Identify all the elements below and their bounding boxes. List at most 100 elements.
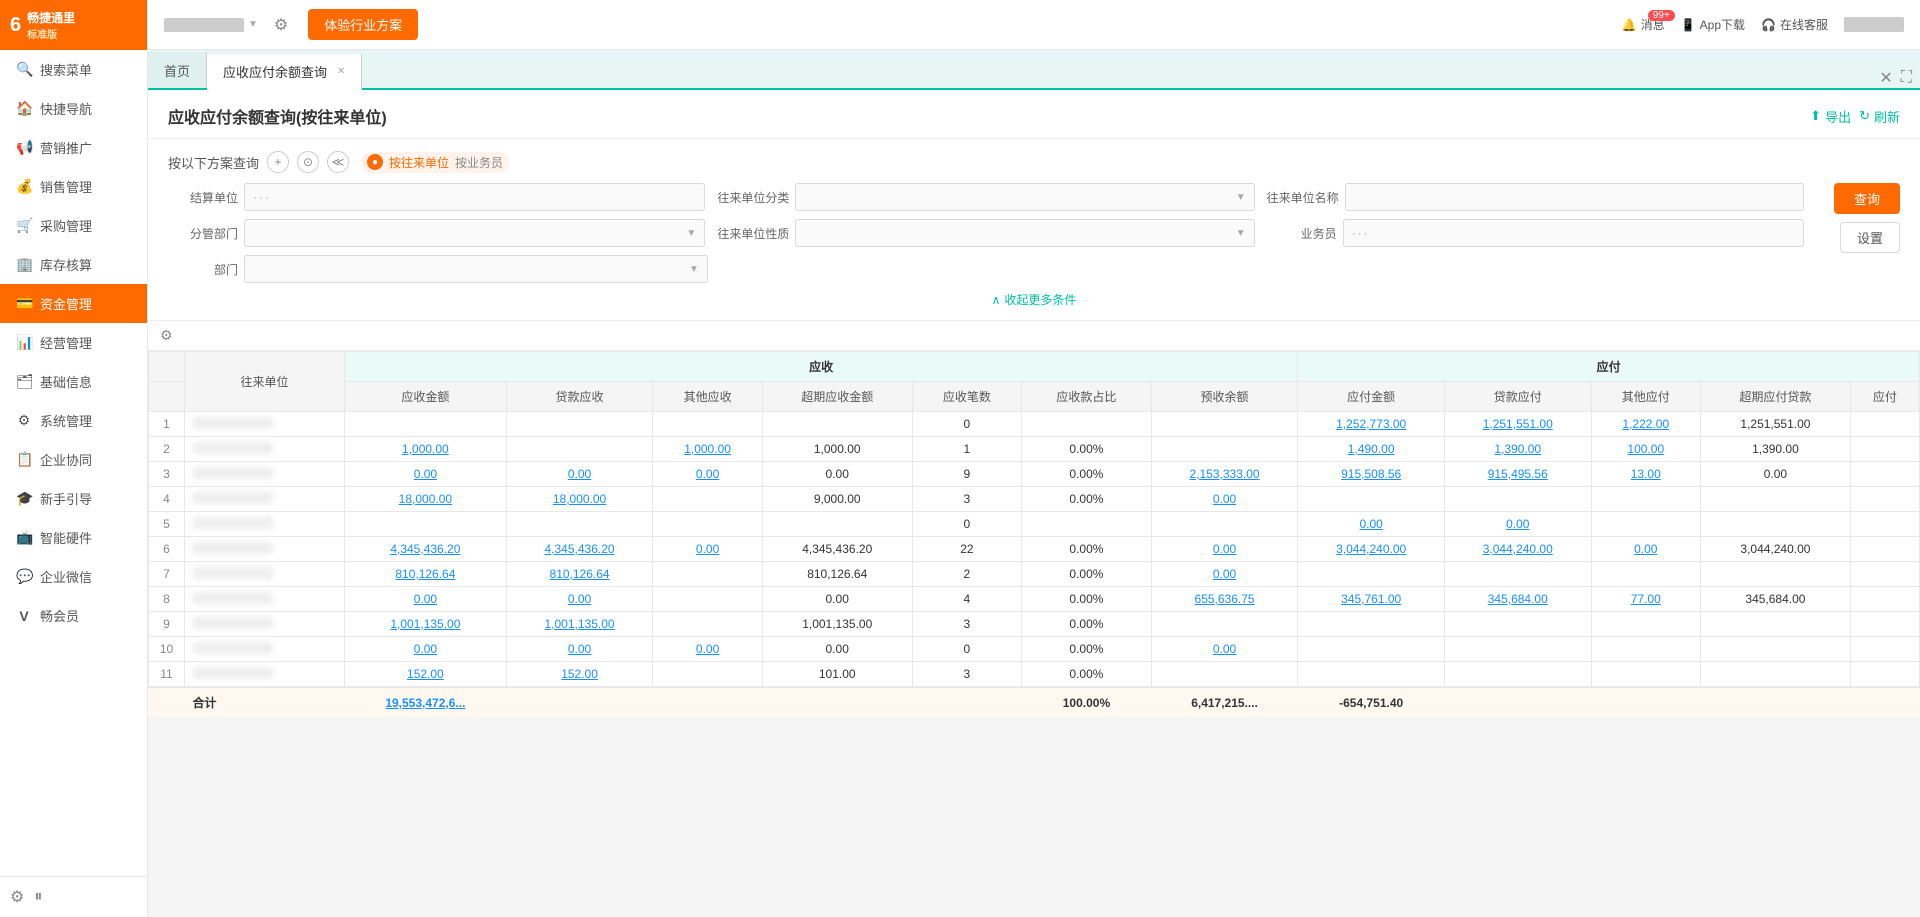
tab-home[interactable]: 首页 bbox=[148, 52, 207, 88]
filter-input-partner-nature[interactable]: ▼ bbox=[795, 219, 1254, 247]
app-download-btn[interactable]: 📱 App下载 bbox=[1681, 16, 1745, 33]
sidebar-item-guide[interactable]: 🎓 新手引导 bbox=[0, 479, 147, 518]
export-button[interactable]: ⬆ 导出 bbox=[1810, 107, 1851, 126]
filter-collapse-toggle[interactable]: ∧ 收起更多条件 bbox=[168, 291, 1900, 308]
topbar-right: 🔔 消息 99+ 📱 App下载 🎧 在线客服 bbox=[1622, 16, 1904, 33]
sidebar-item-wechat[interactable]: 💬 企业微信 bbox=[0, 557, 147, 596]
table-section: ⚙ 往来单位 应收 应付 应收金额 贷款应收 其他应收 超期应 bbox=[148, 321, 1920, 717]
cell-dk-yf bbox=[1444, 662, 1591, 688]
settings-footer-icon[interactable]: ⚙ bbox=[10, 887, 24, 907]
filter-settings-btn[interactable]: ⊙ bbox=[297, 151, 319, 173]
sidebar-item-label: 库存核算 bbox=[40, 255, 92, 274]
cell-qt-yf bbox=[1591, 487, 1700, 512]
setting-button[interactable]: 设置 bbox=[1840, 222, 1900, 253]
filter-view-selector[interactable]: ● 按往来单位 按业务员 bbox=[361, 152, 509, 173]
cell-ratio: 0.00% bbox=[1022, 487, 1152, 512]
cell-yf bbox=[1850, 512, 1919, 537]
cell-cq-yf bbox=[1701, 512, 1851, 537]
cell-dk-yr: 1,001,135.00 bbox=[506, 612, 653, 637]
cell-count: 0 bbox=[912, 637, 1021, 662]
sidebar-item-operation[interactable]: 📊 经营管理 bbox=[0, 323, 147, 362]
marketing-icon: 📢 bbox=[16, 139, 32, 156]
table-row: 7 810,126.64 810,126.64 810,126.64 2 0.0… bbox=[149, 562, 1920, 587]
filter-row-2: 分管部门 ▼ 往来单位性质 ▼ 业务员 bbox=[168, 219, 1804, 247]
cell-qt-yr bbox=[653, 562, 762, 587]
cell-yushou: 2,153,333.00 bbox=[1151, 462, 1298, 487]
page-actions: ⬆ 导出 ↻ 刷新 bbox=[1810, 107, 1900, 126]
cell-count: 3 bbox=[912, 662, 1021, 688]
cell-partner bbox=[185, 562, 345, 587]
sidebar-item-inventory[interactable]: 🏢 库存核算 bbox=[0, 245, 147, 284]
cell-yushou: 655,636.75 bbox=[1151, 587, 1298, 612]
footer-yf-amount: -654,751.40 bbox=[1298, 687, 1445, 717]
sidebar-item-marketing[interactable]: 📢 营销推广 bbox=[0, 128, 147, 167]
cell-dk-yf bbox=[1444, 487, 1591, 512]
th-yf: 应付 bbox=[1850, 382, 1919, 412]
filter-input-salesperson[interactable]: ··· bbox=[1343, 219, 1804, 247]
dots-icon: ··· bbox=[253, 190, 271, 204]
table-settings-bar: ⚙ bbox=[148, 321, 1920, 351]
refresh-button[interactable]: ↻ 刷新 bbox=[1859, 107, 1900, 126]
filter-input-department[interactable]: ▼ bbox=[244, 255, 708, 283]
sidebar-item-purchase[interactable]: 🛒 采购管理 bbox=[0, 206, 147, 245]
sidebar-item-label: 系统管理 bbox=[40, 411, 92, 430]
sidebar-item-system[interactable]: ⚙ 系统管理 bbox=[0, 401, 147, 440]
footer-qt-yf bbox=[1591, 687, 1700, 717]
sidebar-item-hardware[interactable]: 📺 智能硬件 bbox=[0, 518, 147, 557]
th-cq-yr: 超期应收金额 bbox=[762, 382, 912, 412]
cell-yr-amount: 152.00 bbox=[345, 662, 507, 688]
cell-yushou: 0.00 bbox=[1151, 562, 1298, 587]
cell-dk-yr: 152.00 bbox=[506, 662, 653, 688]
th-num bbox=[149, 382, 185, 412]
filter-collapse-btn[interactable]: ≪ bbox=[327, 151, 349, 173]
search-icon: 🔍 bbox=[16, 61, 32, 78]
cell-num: 4 bbox=[149, 487, 185, 512]
cell-dk-yf: 1,251,551.00 bbox=[1444, 412, 1591, 437]
main-content: 应收应付余额查询(按往来单位) ⬆ 导出 ↻ 刷新 按以下方案查询 + ⊙ ≪ … bbox=[148, 90, 1920, 917]
cell-partner bbox=[185, 512, 345, 537]
cell-cq-yf: 1,251,551.00 bbox=[1701, 412, 1851, 437]
footer-empty bbox=[149, 687, 185, 717]
sidebar-item-search[interactable]: 🔍 搜索菜单 bbox=[0, 50, 147, 89]
sidebar-item-member[interactable]: V 畅会员 bbox=[0, 596, 147, 635]
promo-button[interactable]: 体验行业方案 bbox=[308, 9, 418, 40]
cell-yf-amount: 1,252,773.00 bbox=[1298, 412, 1445, 437]
filter-input-settlement[interactable]: ··· bbox=[244, 183, 705, 211]
cell-yf bbox=[1850, 562, 1919, 587]
cell-count: 9 bbox=[912, 462, 1021, 487]
cell-dk-yr bbox=[506, 412, 653, 437]
filter-input-dept[interactable]: ▼ bbox=[244, 219, 705, 247]
filter-input-partner-name[interactable] bbox=[1345, 183, 1804, 211]
filter-input-partner-type[interactable]: ▼ bbox=[795, 183, 1254, 211]
filter-add-btn[interactable]: + bbox=[267, 151, 289, 173]
table-settings-icon[interactable]: ⚙ bbox=[160, 327, 173, 344]
purchase-icon: 🛒 bbox=[16, 217, 32, 234]
table-body: 1 0 1,252,773.00 1,251,551.00 1,222.00 1… bbox=[149, 412, 1920, 688]
footer-qt-yr bbox=[653, 687, 762, 717]
collapse-sidebar-icon[interactable]: ⏸ bbox=[34, 888, 42, 906]
topbar-gear-icon[interactable]: ⚙ bbox=[274, 15, 288, 35]
sidebar-item-finance[interactable]: 💳 资金管理 bbox=[0, 284, 147, 323]
chevron-down-icon: ▼ bbox=[1236, 192, 1246, 203]
cell-yf bbox=[1850, 437, 1919, 462]
sidebar-item-collab[interactable]: 📋 企业协同 bbox=[0, 440, 147, 479]
service-btn[interactable]: 🎧 在线客服 bbox=[1761, 16, 1828, 33]
tab-close-icon[interactable]: ✕ bbox=[337, 66, 345, 77]
sidebar-item-sales[interactable]: 💰 销售管理 bbox=[0, 167, 147, 206]
cell-qt-yf bbox=[1591, 662, 1700, 688]
query-button[interactable]: 查询 bbox=[1834, 183, 1900, 214]
tab-receivables[interactable]: 应收应付余额查询 ✕ bbox=[207, 54, 362, 90]
cell-cq-yr bbox=[762, 412, 912, 437]
cell-cq-yr: 1,000.00 bbox=[762, 437, 912, 462]
sidebar-logo: 6 畅捷通里 标准版 bbox=[0, 0, 147, 50]
sidebar-item-nav[interactable]: 🏠 快捷导航 bbox=[0, 89, 147, 128]
cell-cq-yf: 1,390.00 bbox=[1701, 437, 1851, 462]
message-btn[interactable]: 🔔 消息 99+ bbox=[1622, 16, 1665, 33]
close-all-icon[interactable]: ✕ bbox=[1879, 68, 1892, 88]
th-yf-amount: 应付金额 bbox=[1298, 382, 1445, 412]
table-row: 1 0 1,252,773.00 1,251,551.00 1,222.00 1… bbox=[149, 412, 1920, 437]
sidebar-item-basic[interactable]: 🗂 基础信息 bbox=[0, 362, 147, 401]
fullscreen-icon[interactable]: ⛶ bbox=[1901, 69, 1912, 87]
cell-yushou bbox=[1151, 437, 1298, 462]
table-group-header-row: 往来单位 应收 应付 bbox=[149, 352, 1920, 382]
